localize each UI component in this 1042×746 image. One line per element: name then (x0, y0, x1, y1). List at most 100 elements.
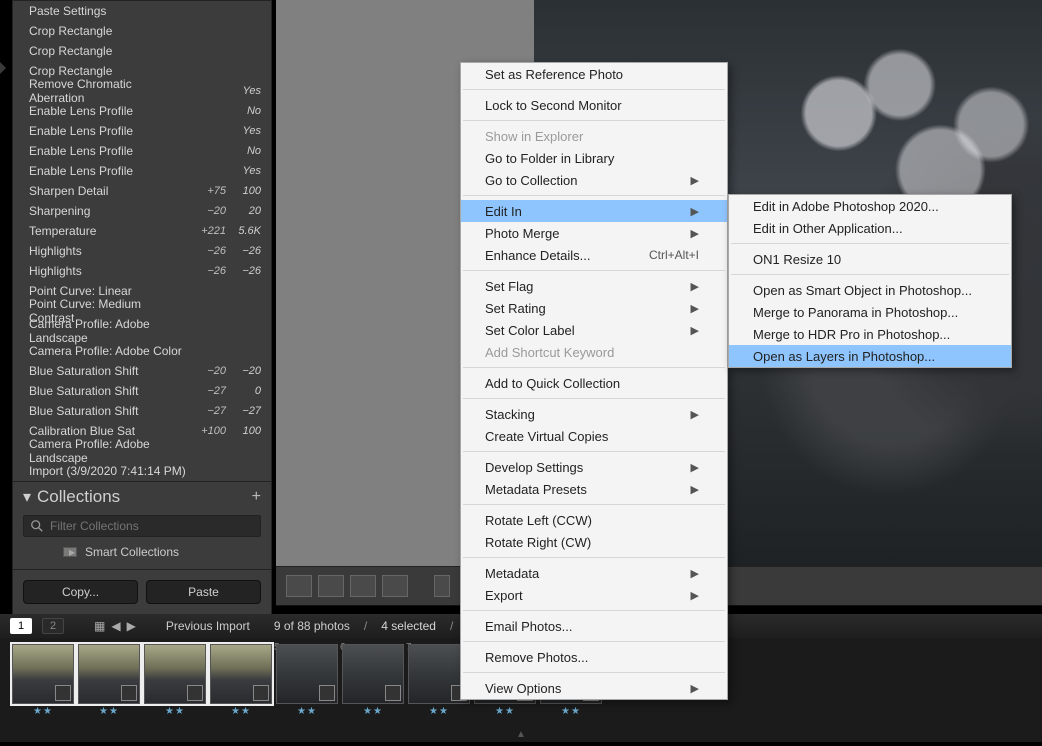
menu-item[interactable]: Lock to Second Monitor (461, 94, 727, 116)
menu-item-label: Merge to Panorama in Photoshop... (753, 305, 958, 320)
menu-item[interactable]: Stacking▶ (461, 403, 727, 425)
menu-item[interactable]: Merge to HDR Pro in Photoshop... (729, 323, 1011, 345)
next-icon[interactable]: ▶ (127, 619, 136, 633)
previous-import-label[interactable]: Previous Import (166, 619, 250, 633)
filter-collections-input[interactable] (50, 519, 254, 533)
menu-item[interactable]: Merge to Panorama in Photoshop... (729, 301, 1011, 323)
menu-item[interactable]: Edit in Other Application... (729, 217, 1011, 239)
thumbnail[interactable] (12, 644, 74, 704)
view-mode-split-v[interactable] (382, 575, 408, 597)
paste-button[interactable]: Paste (146, 580, 261, 604)
thumbnail[interactable] (276, 644, 338, 704)
menu-item[interactable]: Go to Collection▶ (461, 169, 727, 191)
resize-handle-bottom[interactable]: ▲ (0, 726, 1042, 742)
menu-item[interactable]: Develop Settings▶ (461, 456, 727, 478)
menu-item[interactable]: Rotate Right (CW) (461, 531, 727, 553)
menu-item-label: Go to Folder in Library (485, 151, 614, 166)
thumbnail[interactable] (78, 644, 140, 704)
menu-item[interactable]: View Options▶ (461, 677, 727, 699)
menu-item[interactable]: Email Photos... (461, 615, 727, 637)
menu-item-label: Show in Explorer (485, 129, 583, 144)
thumb-stars[interactable]: ★★ (99, 706, 119, 717)
menu-item[interactable]: Add to Quick Collection (461, 372, 727, 394)
thumb-stars[interactable]: ★★ (231, 706, 251, 717)
thumb-stars[interactable]: ★★ (495, 706, 515, 717)
thumb-stars[interactable]: ★★ (165, 706, 185, 717)
history-row[interactable]: Highlights −26 −26 (13, 241, 271, 261)
thumb-stars[interactable]: ★★ (33, 706, 53, 717)
history-row[interactable]: Camera Profile: Adobe Color (13, 341, 271, 361)
menu-item[interactable]: Rotate Left (CCW) (461, 509, 727, 531)
history-label: Import (3/9/2020 7:41:14 PM) (23, 464, 186, 478)
history-row[interactable]: Crop Rectangle (13, 41, 271, 61)
thumbnail[interactable] (342, 644, 404, 704)
menu-item[interactable]: Create Virtual Copies (461, 425, 727, 447)
grid-icon[interactable]: ▦ (94, 619, 105, 633)
history-row[interactable]: Paste Settings (13, 1, 271, 21)
history-row[interactable]: Enable Lens Profile Yes (13, 121, 271, 141)
prev-icon[interactable]: ◀ (111, 619, 120, 633)
history-row[interactable]: Enable Lens Profile No (13, 101, 271, 121)
menu-item[interactable]: Metadata Presets▶ (461, 478, 727, 500)
history-row[interactable]: Blue Saturation Shift −27 0 (13, 381, 271, 401)
menu-item[interactable]: Set Color Label▶ (461, 319, 727, 341)
menu-item[interactable]: Edit In▶ (461, 200, 727, 222)
history-row[interactable]: Camera Profile: Adobe Landscape (13, 441, 271, 461)
menu-item[interactable]: Photo Merge▶ (461, 222, 727, 244)
collections-header[interactable]: ▾ Collections + (13, 481, 271, 511)
history-row[interactable]: Import (3/9/2020 7:41:14 PM) (13, 461, 271, 481)
menu-item[interactable]: Set as Reference Photo (461, 63, 727, 85)
menu-item[interactable]: Open as Smart Object in Photoshop... (729, 279, 1011, 301)
menu-item-label: Add to Quick Collection (485, 376, 620, 391)
history-row[interactable]: Sharpening −20 20 (13, 201, 271, 221)
expand-panel-icon[interactable] (0, 62, 6, 74)
menu-item: Show in Explorer (461, 125, 727, 147)
menu-item[interactable]: Enhance Details...Ctrl+Alt+I (461, 244, 727, 266)
thumbnail[interactable] (144, 644, 206, 704)
thumb-stars[interactable]: ★★ (429, 706, 449, 717)
history-row[interactable]: Remove Chromatic Aberration Yes (13, 81, 271, 101)
filter-collections[interactable] (23, 515, 261, 537)
menu-separator (463, 672, 725, 673)
menu-item[interactable]: Edit in Adobe Photoshop 2020... (729, 195, 1011, 217)
history-row[interactable]: Camera Profile: Adobe Landscape (13, 321, 271, 341)
history-row[interactable]: Enable Lens Profile No (13, 141, 271, 161)
menu-item[interactable]: Open as Layers in Photoshop... (729, 345, 1011, 367)
thumbnail[interactable] (210, 644, 272, 704)
history-row[interactable]: Enable Lens Profile Yes (13, 161, 271, 181)
page-1[interactable]: 1 (10, 618, 32, 634)
left-panel: Paste Settings Crop Rectangle Crop Recta… (12, 0, 272, 615)
thumb-badge-icon (187, 685, 203, 701)
smart-collections-row[interactable]: ▸ Smart Collections (13, 541, 271, 563)
menu-separator (463, 641, 725, 642)
history-row[interactable]: Sharpen Detail +75 100 (13, 181, 271, 201)
thumb-stars[interactable]: ★★ (561, 706, 581, 717)
menu-item[interactable]: Remove Photos... (461, 646, 727, 668)
copy-button[interactable]: Copy... (23, 580, 138, 604)
view-mode-before-after[interactable] (318, 575, 344, 597)
menu-item[interactable]: Set Flag▶ (461, 275, 727, 297)
history-row[interactable]: Highlights −26 −26 (13, 261, 271, 281)
page-2[interactable]: 2 (42, 618, 64, 634)
history-prev-value: +221 (186, 225, 226, 237)
menu-item[interactable]: Set Rating▶ (461, 297, 727, 319)
history-prev-value: −27 (186, 385, 226, 397)
add-collection-button[interactable]: + (252, 488, 261, 506)
history-label: Temperature (23, 224, 186, 238)
history-prev-value: −20 (186, 365, 226, 377)
thumb-stars[interactable]: ★★ (297, 706, 317, 717)
menu-item[interactable]: Metadata▶ (461, 562, 727, 584)
history-row[interactable]: Blue Saturation Shift −27 −27 (13, 401, 271, 421)
thumb-stars[interactable]: ★★ (363, 706, 383, 717)
toolbar-checkbox[interactable] (434, 575, 450, 597)
history-row[interactable]: Crop Rectangle (13, 21, 271, 41)
menu-item[interactable]: Go to Folder in Library (461, 147, 727, 169)
history-row[interactable]: Temperature +221 5.6K (13, 221, 271, 241)
view-mode-loupe[interactable] (286, 575, 312, 597)
menu-item[interactable]: ON1 Resize 10 (729, 248, 1011, 270)
menu-item[interactable]: Export▶ (461, 584, 727, 606)
view-mode-split-h[interactable] (350, 575, 376, 597)
history-list[interactable]: Paste Settings Crop Rectangle Crop Recta… (13, 1, 271, 481)
history-row[interactable]: Blue Saturation Shift −20 −20 (13, 361, 271, 381)
menu-item-label: Set as Reference Photo (485, 67, 623, 82)
